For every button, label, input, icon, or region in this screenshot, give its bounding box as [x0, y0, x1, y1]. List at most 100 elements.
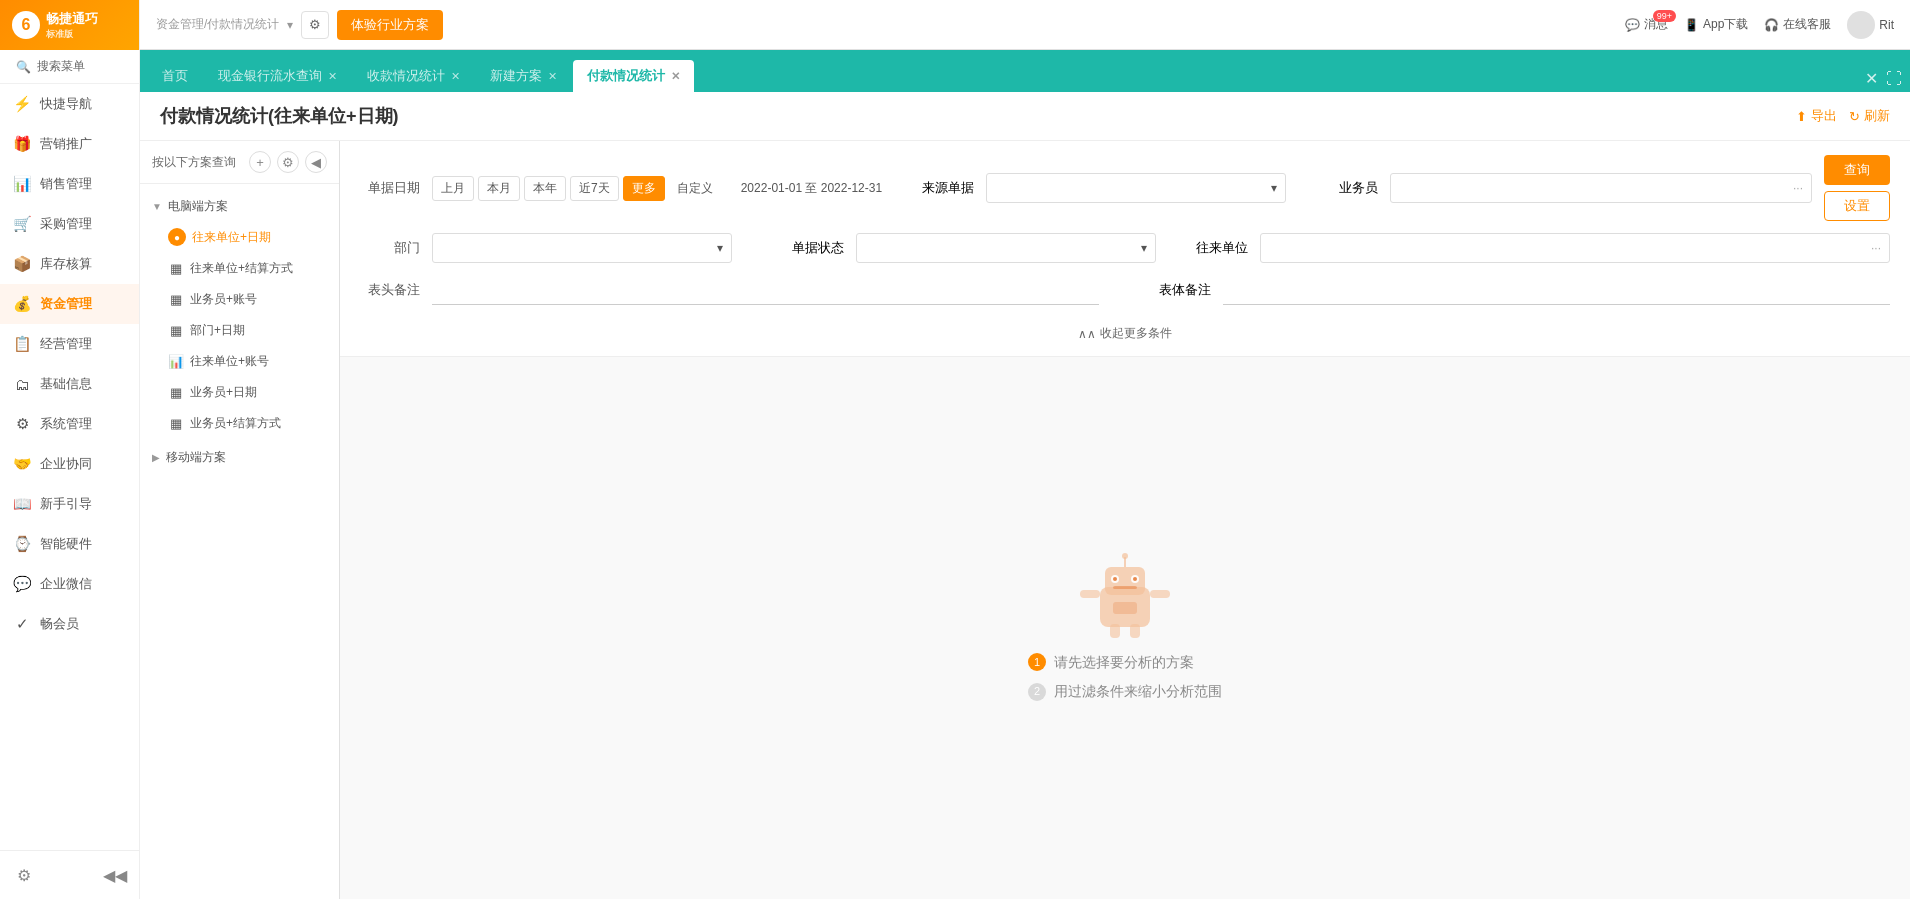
- scheme-icon: ▦: [168, 261, 184, 277]
- sidebar-item-marketing[interactable]: 🎁 营销推广: [0, 124, 139, 164]
- sidebar-item-operation[interactable]: 📋 经营管理: [0, 324, 139, 364]
- sidebar-item-inventory[interactable]: 📦 库存核算: [0, 244, 139, 284]
- collapse-more-btn[interactable]: ∧∧ 收起更多条件: [360, 317, 1890, 342]
- staff-select[interactable]: ···: [1390, 173, 1812, 203]
- sidebar-search[interactable]: 🔍 搜索菜单: [0, 50, 139, 84]
- scheme-group-mobile: ▶ 移动端方案: [140, 443, 339, 472]
- sidebar-item-label: 经营管理: [40, 335, 92, 353]
- tab-new-scheme[interactable]: 新建方案 ✕: [476, 60, 571, 92]
- tab-payment-stat-label: 付款情况统计: [587, 67, 665, 85]
- tab-new-scheme-close[interactable]: ✕: [548, 71, 557, 82]
- scheme-group-header-mobile[interactable]: ▶ 移动端方案: [140, 443, 339, 472]
- scheme-item-staff-settlement[interactable]: ▦ 业务员+结算方式: [140, 408, 339, 439]
- tab-cash-flow[interactable]: 现金银行流水查询 ✕: [204, 60, 351, 92]
- app-download-btn[interactable]: 📱 App下载: [1684, 16, 1748, 33]
- dotdotdot-icon: ···: [1871, 241, 1881, 255]
- date-last-7-btn[interactable]: 近7天: [570, 176, 619, 201]
- dept-select[interactable]: ▾: [432, 233, 732, 263]
- sidebar-item-label: 采购管理: [40, 215, 92, 233]
- results-area: 1 请先选择要分析的方案 2 用过滤条件来缩小分析范围: [340, 357, 1910, 899]
- scheme-item-partner-settlement[interactable]: ▦ 往来单位+结算方式: [140, 253, 339, 284]
- sidebar-item-label: 基础信息: [40, 375, 92, 393]
- filter-row-3: 表头备注 表体备注: [360, 275, 1890, 305]
- date-custom-btn[interactable]: 自定义: [669, 177, 721, 200]
- sidebar-item-label: 企业微信: [40, 575, 92, 593]
- inventory-icon: 📦: [12, 254, 32, 274]
- tab-payment-stat-close[interactable]: ✕: [671, 71, 680, 82]
- date-this-year-btn[interactable]: 本年: [524, 176, 566, 201]
- add-scheme-btn[interactable]: +: [249, 151, 271, 173]
- finance-icon: 💰: [12, 294, 32, 314]
- tab-income-stat-close[interactable]: ✕: [451, 71, 460, 82]
- filter-row-2: 部门 ▾ 单据状态 ▾ 往来单位 ···: [360, 233, 1890, 263]
- tab-fullscreen-btn[interactable]: ⛶: [1886, 70, 1902, 88]
- trial-btn[interactable]: 体验行业方案: [337, 10, 443, 40]
- purchase-icon: 🛒: [12, 214, 32, 234]
- svg-rect-6: [1113, 586, 1137, 589]
- scheme-item-partner-date[interactable]: ● 往来单位+日期: [140, 221, 339, 253]
- header-note-input[interactable]: [432, 275, 1099, 305]
- sidebar-item-label: 快捷导航: [40, 95, 92, 113]
- messages-btn[interactable]: 💬 消息 99+: [1625, 16, 1668, 33]
- tabbar: 首页 现金银行流水查询 ✕ 收款情况统计 ✕ 新建方案 ✕ 付款情况统计 ✕ ✕…: [140, 50, 1910, 92]
- sidebar-item-label: 资金管理: [40, 295, 92, 313]
- topbar-dropdown-arrow[interactable]: ▾: [287, 18, 293, 32]
- sidebar-item-member[interactable]: ✓ 畅会员: [0, 604, 139, 644]
- tab-cash-flow-close[interactable]: ✕: [328, 71, 337, 82]
- scheme-item-label: 往来单位+日期: [192, 229, 271, 246]
- page-header-actions: ⬆ 导出 ↻ 刷新: [1796, 107, 1890, 125]
- svg-rect-11: [1113, 602, 1137, 614]
- sidebar-item-hardware[interactable]: ⌚ 智能硬件: [0, 524, 139, 564]
- sidebar-item-wechat[interactable]: 💬 企业微信: [0, 564, 139, 604]
- refresh-btn[interactable]: ↻ 刷新: [1849, 107, 1890, 125]
- query-btn[interactable]: 查询: [1824, 155, 1890, 185]
- sidebar-item-purchase[interactable]: 🛒 采购管理: [0, 204, 139, 244]
- sidebar-item-sales[interactable]: 📊 销售管理: [0, 164, 139, 204]
- date-last-month-btn[interactable]: 上月: [432, 176, 474, 201]
- user-area[interactable]: Rit: [1847, 11, 1894, 39]
- tab-income-stat[interactable]: 收款情况统计 ✕: [353, 60, 474, 92]
- logo-name: 畅捷通巧: [46, 10, 98, 28]
- scheme-item-partner-account[interactable]: 📊 往来单位+账号: [140, 346, 339, 377]
- bottom-settings-btn[interactable]: ⚙: [10, 861, 38, 889]
- scheme-group-header-pc[interactable]: ▼ 电脑端方案: [140, 192, 339, 221]
- tab-payment-stat[interactable]: 付款情况统计 ✕: [573, 60, 694, 92]
- filter-settings-btn[interactable]: 设置: [1824, 191, 1890, 221]
- sidebar-item-guide[interactable]: 📖 新手引导: [0, 484, 139, 524]
- scheme-item-dept-date[interactable]: ▦ 部门+日期: [140, 315, 339, 346]
- partner-select[interactable]: ···: [1260, 233, 1890, 263]
- source-doc-select[interactable]: ▾: [986, 173, 1286, 203]
- sidebar-item-quick-nav[interactable]: ⚡ 快捷导航: [0, 84, 139, 124]
- scheme-item-label: 部门+日期: [190, 322, 245, 339]
- scheme-icon: ▦: [168, 323, 184, 339]
- source-doc-label: 来源单据: [894, 179, 974, 197]
- date-more-btn[interactable]: 更多: [623, 176, 665, 201]
- sidebar-item-cooperation[interactable]: 🤝 企业协同: [0, 444, 139, 484]
- topbar-left: 资金管理/付款情况统计 ▾ ⚙ 体验行业方案: [156, 10, 443, 40]
- sidebar-item-basic[interactable]: 🗂 基础信息: [0, 364, 139, 404]
- tab-home[interactable]: 首页: [148, 60, 202, 92]
- scheme-icon: ▦: [168, 416, 184, 432]
- export-btn[interactable]: ⬆ 导出: [1796, 107, 1837, 125]
- body-note-input[interactable]: [1223, 275, 1890, 305]
- scheme-item-label: 业务员+结算方式: [190, 415, 281, 432]
- sidebar-collapse-btn[interactable]: ◀◀: [101, 861, 129, 889]
- sidebar-item-system[interactable]: ⚙ 系统管理: [0, 404, 139, 444]
- scheme-collapse-btn[interactable]: ◀: [305, 151, 327, 173]
- system-icon: ⚙: [12, 414, 32, 434]
- tab-close-all-btn[interactable]: ✕: [1865, 69, 1878, 88]
- doc-status-select[interactable]: ▾: [856, 233, 1156, 263]
- topbar-settings-btn[interactable]: ⚙: [301, 11, 329, 39]
- sidebar: 6 畅捷通巧 标准版 🔍 搜索菜单 ⚡ 快捷导航 🎁 营销推广 📊 销售管理 🛒…: [0, 0, 140, 899]
- scheme-item-staff-date[interactable]: ▦ 业务员+日期: [140, 377, 339, 408]
- filter-area: 单据日期 上月 本月 本年 近7天 更多 自定义 2022-01-01 至 20…: [340, 141, 1910, 357]
- date-this-month-btn[interactable]: 本月: [478, 176, 520, 201]
- online-service-btn[interactable]: 🎧 在线客服: [1764, 16, 1831, 33]
- sidebar-item-finance[interactable]: 💰 资金管理: [0, 284, 139, 324]
- content: 付款情况统计(往来单位+日期) ⬆ 导出 ↻ 刷新 按以下方案查询 +: [140, 92, 1910, 899]
- group-arrow-icon: ▶: [152, 452, 160, 463]
- scheme-item-staff-account[interactable]: ▦ 业务员+账号: [140, 284, 339, 315]
- scheme-item-label: 往来单位+结算方式: [190, 260, 293, 277]
- sidebar-item-label: 企业协同: [40, 455, 92, 473]
- scheme-settings-btn[interactable]: ⚙: [277, 151, 299, 173]
